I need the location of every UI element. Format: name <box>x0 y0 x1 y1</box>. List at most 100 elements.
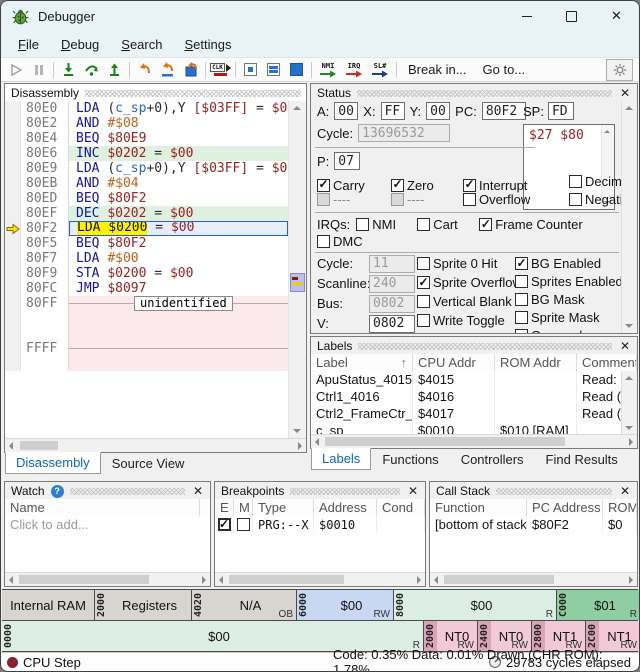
flag-checkbox-overflow[interactable]: Overflow <box>463 192 569 207</box>
scrollbar-thumb[interactable] <box>20 441 58 450</box>
flag-checkbox-zero[interactable]: Zero <box>391 178 463 193</box>
disasm-row[interactable] <box>5 326 288 341</box>
labels-vertical-scrollbar[interactable] <box>621 371 637 435</box>
watch-name-header[interactable]: Name <box>5 499 200 516</box>
close-icon[interactable]: ✕ <box>618 86 632 100</box>
flag-checkbox-sprite-mask[interactable]: Sprite Mask <box>515 310 623 325</box>
flag-checkbox-interrupt[interactable]: Interrupt <box>463 178 569 193</box>
disasm-row[interactable]: 80E9LDA (c_sp+0),Y [$03FF] = $06 <box>5 161 288 176</box>
flag-checkbox-grayscale[interactable]: Grayscale <box>515 328 623 333</box>
disasm-gutter[interactable] <box>5 356 21 371</box>
scroll-up-icon[interactable] <box>293 106 301 110</box>
labels-tab-find-results[interactable]: Find Results <box>535 449 629 471</box>
disasm-instruction[interactable] <box>69 326 288 341</box>
disassembly-tab-source-view[interactable]: Source View <box>101 453 196 475</box>
disasm-instruction[interactable]: DEC $0202 = $00 <box>69 206 288 221</box>
disasm-row[interactable]: 80F5 BEQ $80F2 <box>5 236 288 251</box>
scrollbar-position-marker[interactable] <box>290 273 305 292</box>
memory-block-6000[interactable]: 6000 $00 RW <box>297 590 394 620</box>
scroll-left-icon[interactable] <box>9 576 13 584</box>
register-input-a[interactable] <box>334 102 359 120</box>
disasm-row[interactable]: 80ED BEQ $80F2 <box>5 191 288 206</box>
close-icon[interactable]: ✕ <box>191 484 205 498</box>
disasm-row[interactable]: 80EF DEC $0202 = $00 <box>5 206 288 221</box>
disasm-gutter[interactable] <box>5 251 21 266</box>
scroll-down-icon[interactable] <box>625 324 633 328</box>
disasm-instruction[interactable]: unidentified <box>69 296 288 311</box>
disasm-gutter[interactable] <box>5 221 21 236</box>
ppu-scanline-button[interactable] <box>262 60 285 80</box>
disasm-gutter[interactable] <box>5 161 21 176</box>
undo-step-button[interactable] <box>133 60 156 80</box>
ppu-frame-button[interactable] <box>285 60 308 80</box>
memory-block-4020[interactable]: 4020 N/A OB <box>192 590 297 620</box>
disasm-instruction[interactable]: JMP $8097 <box>69 281 288 296</box>
scroll-right-icon[interactable] <box>202 576 206 584</box>
disasm-gutter[interactable] <box>5 326 21 341</box>
flag-checkbox-dmc[interactable]: DMC <box>317 234 363 249</box>
disasm-row[interactable]: 80FC JMP $8097 <box>5 281 288 296</box>
scrollbar-thumb[interactable] <box>325 437 565 446</box>
flag-checkbox-vertical-blank[interactable]: Vertical Blank <box>417 294 522 309</box>
disasm-row[interactable]: 80FF unidentified <box>5 296 288 311</box>
label-row[interactable]: Ctrl1_4016 $4016 Read (NE <box>311 388 637 405</box>
disasm-gutter[interactable] <box>5 206 21 221</box>
disasm-gutter[interactable] <box>5 101 21 116</box>
scroll-left-icon[interactable] <box>219 576 223 584</box>
irq-signal-button[interactable]: IRQ <box>341 60 367 80</box>
flag-checkbox--[interactable]: ---- <box>391 192 463 207</box>
close-icon[interactable]: ✕ <box>618 484 632 498</box>
disasm-instruction[interactable]: LDA #$00 <box>69 251 288 266</box>
break-in-button[interactable]: Break in... <box>400 62 475 77</box>
breakpoints-header-type[interactable]: Type <box>253 499 314 516</box>
disasm-gutter[interactable] <box>5 176 21 191</box>
step-over-button[interactable] <box>80 60 103 80</box>
step-into-button[interactable] <box>57 60 80 80</box>
undo-frame-button[interactable] <box>179 60 202 80</box>
disasm-row[interactable]: 80EB AND #$04 <box>5 176 288 191</box>
disasm-row[interactable]: 80F2 LDA $0200 = $00 <box>5 221 288 236</box>
disasm-gutter[interactable] <box>5 281 21 296</box>
disasm-row[interactable]: 80F7 LDA #$00 <box>5 251 288 266</box>
call-stack-header-function[interactable]: Function <box>430 499 527 516</box>
label-row[interactable]: ApuStatus_4015 $4015 Read: <box>311 371 637 388</box>
memory-block-2000[interactable]: 2000 Registers <box>95 590 192 620</box>
disasm-row[interactable]: 80E6 INC $0202 = $00 <box>5 146 288 161</box>
register-input-y[interactable] <box>426 102 451 120</box>
disassembly-horizontal-scrollbar[interactable] <box>5 438 306 452</box>
label-row[interactable]: Ctrl2_FrameCtr_40$4017Read (NE <box>311 405 637 422</box>
menu-settings[interactable]: Settings <box>173 34 242 55</box>
flag-checkbox-frame-counter[interactable]: Frame Counter <box>479 217 583 232</box>
register-input-pc[interactable] <box>481 102 526 120</box>
disasm-instruction[interactable]: AND #$04 <box>69 176 288 191</box>
call-stack-header-pc-address[interactable]: PC Address <box>527 499 603 516</box>
call-stack-horizontal-scrollbar[interactable] <box>430 572 637 586</box>
flag-checkbox-bg-mask[interactable]: BG Mask <box>515 292 623 307</box>
status-vertical-scrollbar[interactable] <box>621 101 637 333</box>
slnum-signal-button[interactable]: SL# <box>367 60 393 80</box>
disasm-instruction[interactable]: STA $0200 = $00 <box>69 266 288 281</box>
breakpoints-table-header[interactable]: E M Type Address Cond <box>215 499 425 517</box>
scrollbar-thumb[interactable] <box>444 575 554 584</box>
flag-checkbox-cart[interactable]: Cart <box>417 217 479 232</box>
memory-block-internal-ram[interactable]: Internal RAM <box>2 590 95 620</box>
disasm-instruction[interactable]: BEQ $80F2 <box>69 236 288 251</box>
scroll-right-icon[interactable] <box>629 576 633 584</box>
close-button[interactable]: ✕ <box>594 1 639 31</box>
disasm-gutter[interactable] <box>5 116 21 131</box>
disasm-instruction[interactable]: BEQ $80E9 <box>69 131 288 146</box>
menu-search[interactable]: Search <box>110 34 173 55</box>
breakpoints-header-cond[interactable]: Cond <box>377 499 425 516</box>
minimize-button[interactable] <box>504 1 549 31</box>
settings-gear-button[interactable] <box>606 58 633 81</box>
watch-add-row[interactable]: Click to add... <box>5 516 210 533</box>
labels-tab-labels[interactable]: Labels <box>311 448 372 470</box>
maximize-button[interactable] <box>549 1 594 31</box>
scroll-right-icon[interactable] <box>417 576 421 584</box>
call-stack-header-rom-addr[interactable]: ROM Addr <box>603 499 637 516</box>
scroll-left-icon[interactable] <box>434 576 438 584</box>
flag-checkbox-sprites-enabled[interactable]: Sprites Enabled <box>515 274 623 289</box>
disasm-gutter[interactable] <box>5 311 21 326</box>
disasm-instruction[interactable] <box>69 311 288 326</box>
breakpoints-header-address[interactable]: Address <box>314 499 377 516</box>
